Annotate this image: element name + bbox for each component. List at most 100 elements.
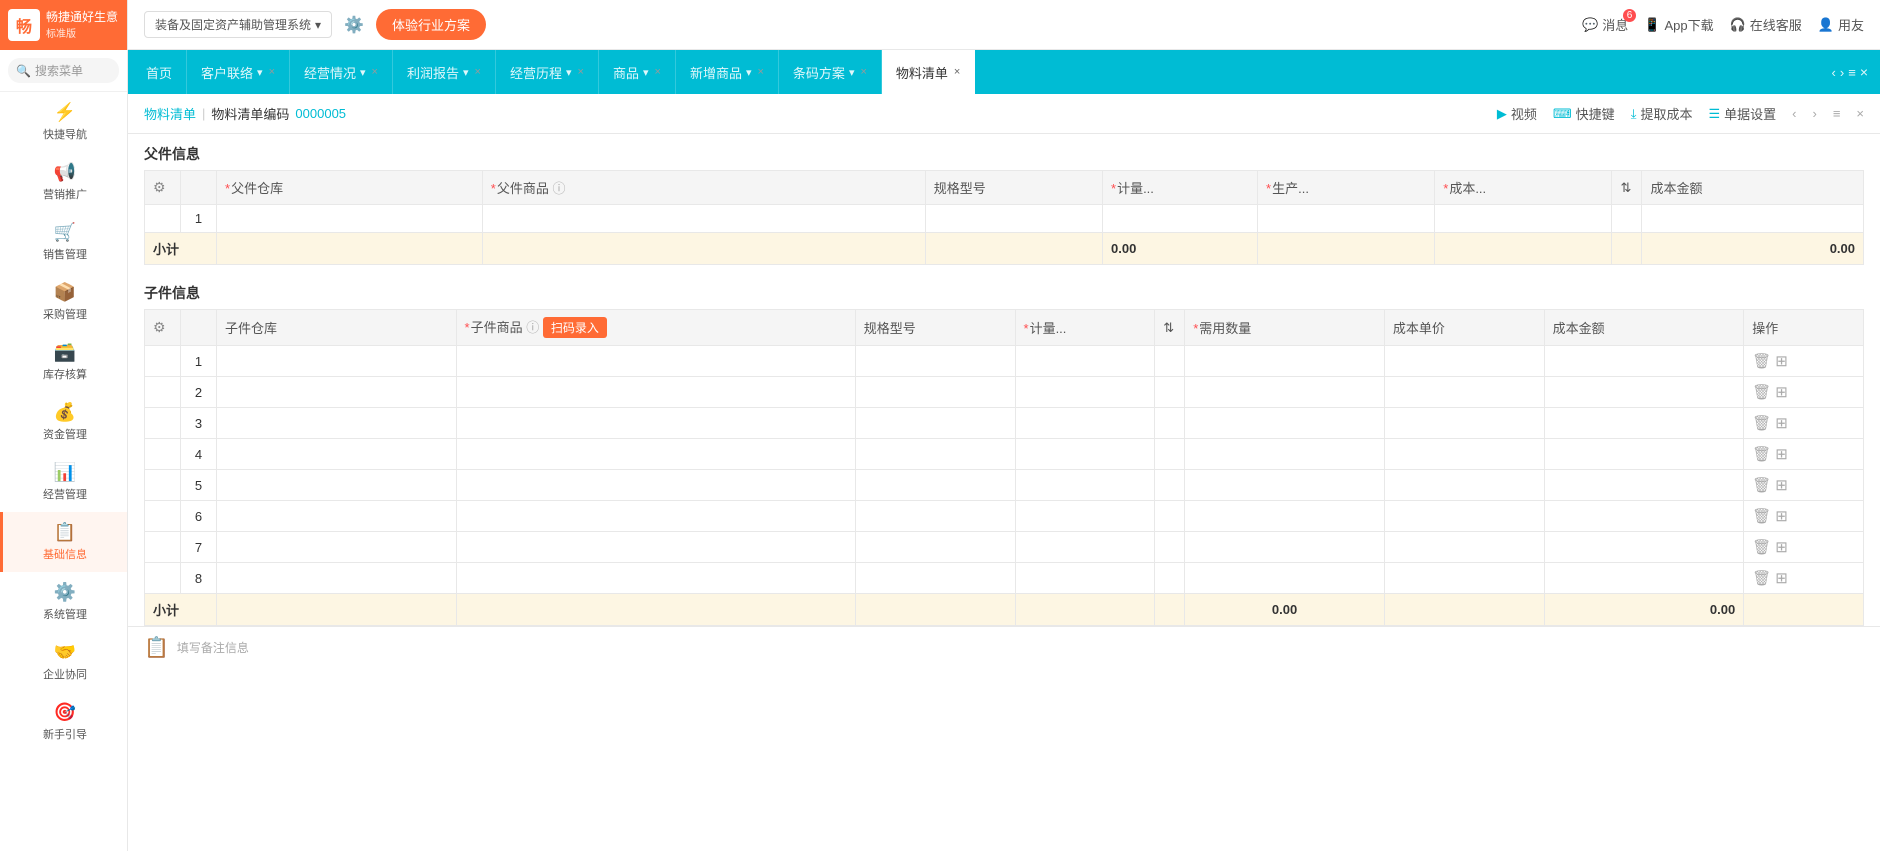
delete-row-button[interactable]: 🗑 xyxy=(1752,569,1771,587)
child-unit-cell[interactable] xyxy=(1015,532,1155,563)
child-amount-cell[interactable] xyxy=(1544,470,1744,501)
copy-row-button[interactable]: ⊞ xyxy=(1775,507,1788,525)
delete-row-button[interactable]: 🗑 xyxy=(1752,445,1771,463)
tab-nav-prev[interactable]: ‹ xyxy=(1832,65,1836,80)
tab-profit[interactable]: 利润报告 ▾ × xyxy=(393,50,496,94)
shortcut-button[interactable]: ⌨ 快捷键 xyxy=(1553,104,1615,123)
child-product-cell[interactable] xyxy=(456,408,855,439)
child-amount-cell[interactable] xyxy=(1544,532,1744,563)
close-tab-icon[interactable]: × xyxy=(269,66,275,78)
child-unit-cell[interactable] xyxy=(1015,377,1155,408)
close-tab-icon[interactable]: × xyxy=(757,66,763,78)
tab-close-all-icon[interactable]: × xyxy=(1860,64,1868,80)
delete-row-button[interactable]: 🗑 xyxy=(1752,352,1771,370)
tab-barcode[interactable]: 条码方案 ▾ × xyxy=(779,50,882,94)
parent-warehouse-cell[interactable] xyxy=(217,205,483,233)
extract-cost-button[interactable]: ⤓ 提取成本 xyxy=(1631,104,1693,123)
child-unit-cell[interactable] xyxy=(1015,408,1155,439)
child-spec-cell[interactable] xyxy=(855,532,1015,563)
close-tab-icon[interactable]: × xyxy=(954,66,960,78)
child-qty-cell[interactable] xyxy=(1185,532,1385,563)
close-tab-icon[interactable]: × xyxy=(655,66,661,78)
child-amount-cell[interactable] xyxy=(1544,439,1744,470)
sidebar-item-finance[interactable]: 💰 资金管理 xyxy=(0,392,127,452)
parent-cost-cell[interactable] xyxy=(1435,205,1612,233)
child-warehouse-cell[interactable] xyxy=(217,408,457,439)
child-unitcost-cell[interactable] xyxy=(1384,439,1544,470)
child-spec-cell[interactable] xyxy=(855,563,1015,594)
child-spec-cell[interactable] xyxy=(855,408,1015,439)
child-qty-cell[interactable] xyxy=(1185,346,1385,377)
tab-home[interactable]: 首页 xyxy=(132,50,187,94)
help-icon[interactable]: ⓘ xyxy=(553,181,566,196)
copy-row-button[interactable]: ⊞ xyxy=(1775,352,1788,370)
tab-menu-icon[interactable]: ≡ xyxy=(1848,65,1856,80)
delete-row-button[interactable]: 🗑 xyxy=(1752,507,1771,525)
child-product-cell[interactable] xyxy=(456,377,855,408)
copy-row-button[interactable]: ⊞ xyxy=(1775,383,1788,401)
sidebar-search-container[interactable]: 🔍 搜索菜单 xyxy=(0,50,127,92)
child-spec-cell[interactable] xyxy=(855,470,1015,501)
child-unit-cell[interactable] xyxy=(1015,563,1155,594)
copy-row-button[interactable]: ⊞ xyxy=(1775,476,1788,494)
sidebar-item-operation[interactable]: 📊 经营管理 xyxy=(0,452,127,512)
child-warehouse-cell[interactable] xyxy=(217,346,457,377)
child-spec-cell[interactable] xyxy=(855,439,1015,470)
app-download-button[interactable]: 📱 App下载 xyxy=(1644,15,1713,34)
child-spec-cell[interactable] xyxy=(855,501,1015,532)
child-unit-cell[interactable] xyxy=(1015,470,1155,501)
close-icon[interactable]: × xyxy=(1856,106,1864,121)
tab-customer[interactable]: 客户联络 ▾ × xyxy=(187,50,290,94)
child-warehouse-cell[interactable] xyxy=(217,377,457,408)
list-view-icon[interactable]: ≡ xyxy=(1833,106,1841,121)
child-qty-cell[interactable] xyxy=(1185,563,1385,594)
sidebar-item-sales[interactable]: 🛒 销售管理 xyxy=(0,212,127,272)
sidebar-item-purchase[interactable]: 📦 采购管理 xyxy=(0,272,127,332)
child-unitcost-cell[interactable] xyxy=(1384,563,1544,594)
parent-amount-cell[interactable] xyxy=(1642,205,1864,233)
child-qty-cell[interactable] xyxy=(1185,377,1385,408)
tab-product[interactable]: 商品 ▾ × xyxy=(599,50,676,94)
child-qty-cell[interactable] xyxy=(1185,501,1385,532)
scan-input-button[interactable]: 扫码录入 xyxy=(543,317,607,338)
child-amount-cell[interactable] xyxy=(1544,377,1744,408)
child-unitcost-cell[interactable] xyxy=(1384,532,1544,563)
sidebar-item-guide[interactable]: 🎯 新手引导 xyxy=(0,692,127,752)
column-settings-icon[interactable]: ⚙ xyxy=(153,179,166,195)
child-product-cell[interactable] xyxy=(456,439,855,470)
child-unitcost-cell[interactable] xyxy=(1384,501,1544,532)
copy-row-button[interactable]: ⊞ xyxy=(1775,538,1788,556)
child-amount-cell[interactable] xyxy=(1544,346,1744,377)
child-amount-cell[interactable] xyxy=(1544,501,1744,532)
user-button[interactable]: 👤 用友 xyxy=(1818,15,1864,34)
child-unitcost-cell[interactable] xyxy=(1384,346,1544,377)
child-warehouse-cell[interactable] xyxy=(217,501,457,532)
parent-spec-cell[interactable] xyxy=(925,205,1102,233)
tab-operation-history[interactable]: 经营历程 ▾ × xyxy=(496,50,599,94)
child-unitcost-cell[interactable] xyxy=(1384,408,1544,439)
service-button[interactable]: 🎧 在线客服 xyxy=(1730,15,1802,34)
child-product-cell[interactable] xyxy=(456,470,855,501)
view-video-button[interactable]: ▶ 视频 xyxy=(1497,104,1537,123)
close-tab-icon[interactable]: × xyxy=(578,66,584,78)
nav-next-icon[interactable]: › xyxy=(1812,106,1816,121)
parent-prod-cell[interactable] xyxy=(1258,205,1435,233)
copy-row-button[interactable]: ⊞ xyxy=(1775,445,1788,463)
sidebar-item-basic[interactable]: 📋 基础信息 xyxy=(0,512,127,572)
help-icon-child[interactable]: ⓘ xyxy=(526,320,539,335)
delete-row-button[interactable]: 🗑 xyxy=(1752,414,1771,432)
child-unitcost-cell[interactable] xyxy=(1384,470,1544,501)
copy-row-button[interactable]: ⊞ xyxy=(1775,569,1788,587)
notes-icon[interactable]: 📋 xyxy=(144,635,169,660)
notes-placeholder[interactable]: 填写备注信息 xyxy=(177,639,249,656)
parent-unit-cell[interactable] xyxy=(1103,205,1258,233)
settings-icon[interactable]: ⚙️ xyxy=(344,15,364,35)
child-product-cell[interactable] xyxy=(456,346,855,377)
child-spec-cell[interactable] xyxy=(855,377,1015,408)
close-tab-icon[interactable]: × xyxy=(860,66,866,78)
close-tab-icon[interactable]: × xyxy=(475,66,481,78)
child-unit-cell[interactable] xyxy=(1015,501,1155,532)
child-warehouse-cell[interactable] xyxy=(217,563,457,594)
child-spec-cell[interactable] xyxy=(855,346,1015,377)
tab-operation-status[interactable]: 经营情况 ▾ × xyxy=(290,50,393,94)
